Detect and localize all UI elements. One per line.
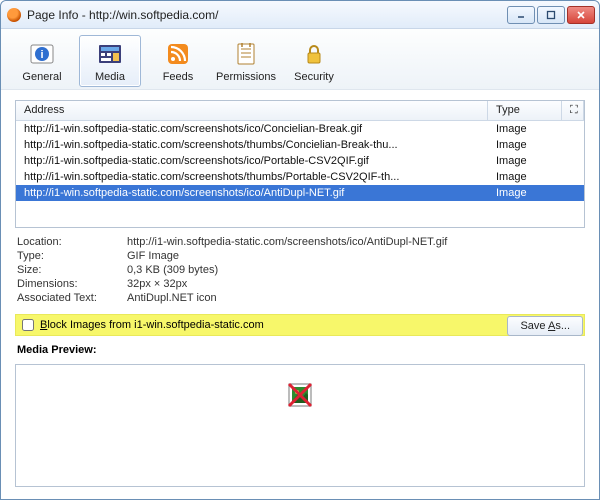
details-panel: Location:http://i1-win.softpedia-static.…	[15, 234, 585, 308]
tab-security[interactable]: Security	[283, 35, 345, 87]
column-type[interactable]: Type	[488, 101, 562, 120]
detail-label: Location:	[17, 236, 127, 248]
minimize-button[interactable]	[507, 6, 535, 24]
detail-value: http://i1-win.softpedia-static.com/scree…	[127, 236, 583, 248]
media-list: Address Type ⛶ http://i1-win.softpedia-s…	[15, 100, 585, 228]
tab-feeds[interactable]: Feeds	[147, 35, 209, 87]
table-row[interactable]: http://i1-win.softpedia-static.com/scree…	[16, 169, 584, 185]
window-title: Page Info - http://win.softpedia.com/	[27, 8, 507, 22]
page-info-window: Page Info - http://win.softpedia.com/ i …	[0, 0, 600, 500]
close-button[interactable]	[567, 6, 595, 24]
maximize-button[interactable]	[537, 6, 565, 24]
column-address[interactable]: Address	[16, 101, 488, 120]
detail-value: AntiDupl.NET icon	[127, 292, 583, 304]
detail-label: Type:	[17, 250, 127, 262]
lock-icon	[300, 40, 328, 68]
rss-icon	[164, 40, 192, 68]
media-preview-label: Media Preview:	[15, 342, 585, 356]
table-row[interactable]: http://i1-win.softpedia-static.com/scree…	[16, 153, 584, 169]
table-row[interactable]: http://i1-win.softpedia-static.com/scree…	[16, 137, 584, 153]
list-body[interactable]: http://i1-win.softpedia-static.com/scree…	[16, 121, 584, 227]
save-bar: Save As...Save As...	[15, 316, 585, 336]
detail-value: 0,3 KB (309 bytes)	[127, 264, 583, 276]
tab-security-label: Security	[294, 71, 334, 83]
detail-label: Dimensions:	[17, 278, 127, 290]
detail-value: GIF Image	[127, 250, 583, 262]
svg-text:i: i	[40, 49, 43, 61]
titlebar[interactable]: Page Info - http://win.softpedia.com/	[1, 1, 599, 29]
table-row[interactable]: http://i1-win.softpedia-static.com/scree…	[16, 185, 584, 201]
detail-value: 32px × 32px	[127, 278, 583, 290]
tab-permissions-label: Permissions	[216, 71, 276, 83]
column-expand-icon[interactable]: ⛶	[562, 101, 584, 120]
tab-media[interactable]: Media	[79, 35, 141, 87]
app-favicon-icon	[7, 8, 21, 22]
media-preview	[15, 364, 585, 487]
tab-media-label: Media	[95, 71, 125, 83]
window-buttons	[507, 6, 595, 24]
detail-label: Size:	[17, 264, 127, 276]
tab-general[interactable]: i General	[11, 35, 73, 87]
info-icon: i	[28, 40, 56, 68]
media-icon	[96, 40, 124, 68]
table-row[interactable]: http://i1-win.softpedia-static.com/scree…	[16, 121, 584, 137]
tab-general-label: General	[22, 71, 61, 83]
permissions-icon	[232, 40, 260, 68]
tab-permissions[interactable]: Permissions	[215, 35, 277, 87]
tab-feeds-label: Feeds	[163, 71, 194, 83]
toolbar: i General Media Feeds Permissions Securi…	[1, 29, 599, 90]
save-as-button[interactable]: Save As...Save As...	[507, 316, 583, 336]
list-header: Address Type ⛶	[16, 101, 584, 121]
broken-image-icon	[286, 381, 314, 409]
detail-label: Associated Text:	[17, 292, 127, 304]
content-area: Address Type ⛶ http://i1-win.softpedia-s…	[1, 90, 599, 499]
